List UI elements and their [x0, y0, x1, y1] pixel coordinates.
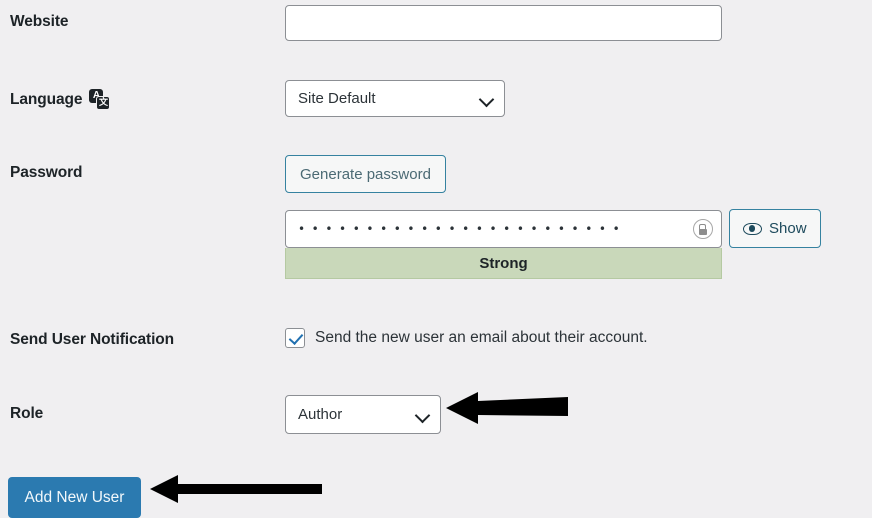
language-select[interactable]: Site Default: [285, 80, 505, 117]
label-website-text: Website: [10, 13, 69, 30]
label-language: Language A 文: [10, 89, 111, 110]
label-role-text: Role: [10, 405, 44, 422]
chevron-down-icon: [416, 408, 430, 422]
label-password: Password: [10, 164, 83, 182]
annotation-arrow-submit: [150, 475, 322, 503]
chevron-down-icon: [480, 92, 494, 106]
website-input[interactable]: [285, 5, 722, 41]
eye-icon: [743, 222, 762, 235]
translate-icon: A 文: [89, 89, 111, 110]
form-row-send-user-notification: Send User Notification Send the new user…: [0, 325, 872, 365]
generate-password-button[interactable]: Generate password: [285, 155, 446, 193]
role-select[interactable]: Author: [285, 395, 441, 434]
translate-icon-cjk-glyph: 文: [96, 96, 111, 110]
label-website: Website: [10, 13, 69, 31]
language-select-value: Site Default: [298, 90, 376, 107]
form-row-role: Role Author: [0, 395, 872, 441]
form-row-website: Website: [0, 0, 872, 60]
label-role: Role: [10, 405, 43, 423]
label-language-text: Language: [10, 90, 83, 108]
add-new-user-button[interactable]: Add New User: [8, 477, 141, 518]
send-notification-checkbox[interactable]: [285, 328, 305, 348]
send-notification-checkbox-row: Send the new user an email about their a…: [285, 328, 648, 348]
password-field-wrapper: ••••••••••••••••••••••••: [285, 210, 722, 248]
role-select-value: Author: [298, 406, 343, 423]
password-masked-value: ••••••••••••••••••••••••: [298, 222, 627, 236]
form-row-language: Language A 文 Site Default: [0, 78, 872, 138]
show-password-button[interactable]: Show: [729, 209, 821, 248]
password-strength-label: Strong: [479, 254, 528, 272]
add-new-user-form: Website Language A 文 Site Default Passwo…: [0, 0, 872, 518]
password-input[interactable]: ••••••••••••••••••••••••: [285, 210, 722, 248]
label-send-user-notification-text: Send User Notification: [10, 331, 175, 348]
password-strength-indicator: Strong: [285, 248, 722, 279]
label-send-user-notification: Send User Notification: [10, 331, 174, 349]
label-password-text: Password: [10, 164, 83, 181]
show-password-label: Show: [769, 220, 807, 237]
send-notification-checkbox-label: Send the new user an email about their a…: [315, 329, 648, 346]
password-manager-key-icon[interactable]: [693, 219, 713, 239]
